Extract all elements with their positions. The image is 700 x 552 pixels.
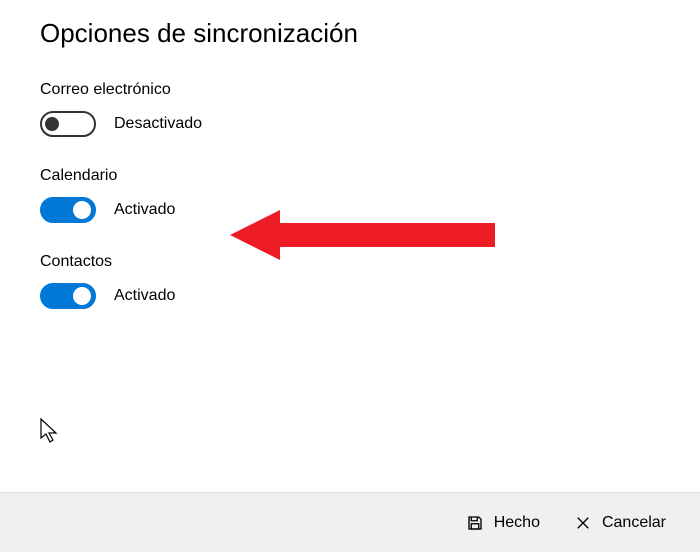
email-toggle[interactable] <box>40 111 96 137</box>
done-button[interactable]: Hecho <box>462 508 544 538</box>
calendar-toggle-state: Activado <box>114 201 175 219</box>
cancel-label: Cancelar <box>602 514 666 532</box>
close-icon <box>574 514 592 532</box>
save-icon <box>466 514 484 532</box>
email-toggle-state: Desactivado <box>114 115 202 133</box>
cursor-icon <box>40 418 60 444</box>
contacts-toggle-state: Activado <box>114 287 175 305</box>
section-email: Correo electrónico Desactivado <box>40 81 660 137</box>
calendar-toggle[interactable] <box>40 197 96 223</box>
cancel-button[interactable]: Cancelar <box>570 508 670 538</box>
calendar-label: Calendario <box>40 167 660 185</box>
section-contacts: Contactos Activado <box>40 253 660 309</box>
section-calendar: Calendario Activado <box>40 167 660 223</box>
contacts-label: Contactos <box>40 253 660 271</box>
toggle-knob <box>45 117 59 131</box>
contacts-toggle[interactable] <box>40 283 96 309</box>
footer-bar: Hecho Cancelar <box>0 492 700 552</box>
page-title: Opciones de sincronización <box>40 18 660 49</box>
email-label: Correo electrónico <box>40 81 660 99</box>
toggle-knob <box>73 287 91 305</box>
done-label: Hecho <box>494 514 540 532</box>
toggle-knob <box>73 201 91 219</box>
